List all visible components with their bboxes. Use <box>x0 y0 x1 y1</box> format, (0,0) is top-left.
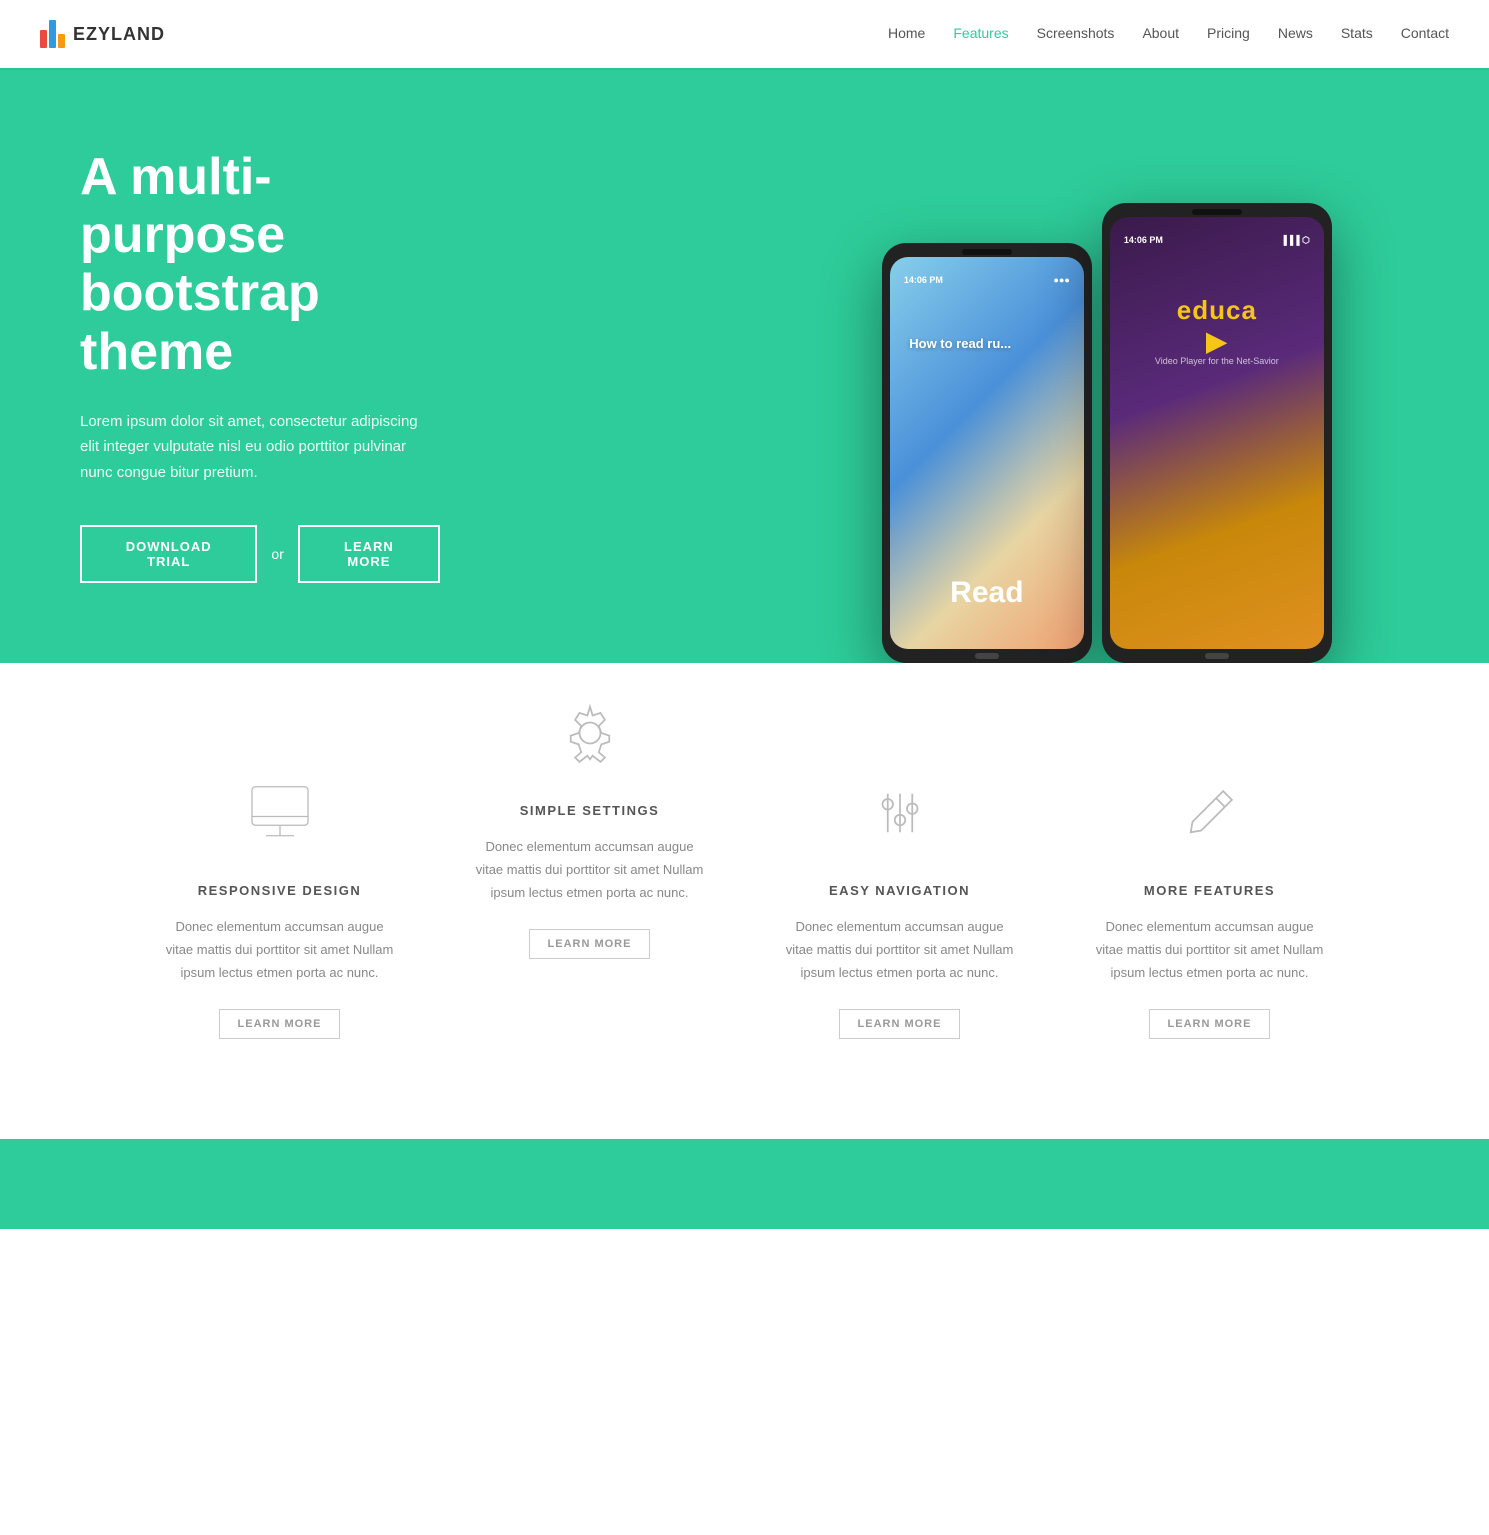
monitor-svg <box>245 778 315 848</box>
nav-features[interactable]: Features <box>953 25 1008 41</box>
phone-mockup-2: 14:06 PM ▐▐▐ ⬡ educa ▶ Video Player for … <box>1102 203 1332 663</box>
logo-bar-blue <box>49 20 56 48</box>
phone-app-educa: educa ▶ <box>1163 295 1270 357</box>
feature-title-1: RESPONSIVE DESIGN <box>165 883 395 898</box>
or-text: or <box>271 546 283 562</box>
feature-btn-2[interactable]: LEARN MORE <box>529 929 651 959</box>
hero-description: Lorem ipsum dolor sit amet, consectetur … <box>80 409 440 486</box>
feature-title-3: EASY NAVIGATION <box>785 883 1015 898</box>
phone-status-2: 14:06 PM ▐▐▐ ⬡ <box>1124 235 1310 246</box>
feature-btn-1[interactable]: LEARN MORE <box>219 1009 341 1039</box>
logo-icon <box>40 20 65 48</box>
phone-home-2 <box>1205 653 1229 659</box>
feature-desc-2: Donec elementum accumsan augue vitae mat… <box>475 836 705 904</box>
feature-desc-1: Donec elementum accumsan augue vitae mat… <box>165 916 395 984</box>
hero-title: A multi-purpose bootstrap theme <box>80 148 440 381</box>
phone-screen-2: 14:06 PM ▐▐▐ ⬡ educa ▶ Video Player for … <box>1110 217 1324 649</box>
feature-btn-4[interactable]: LEARN MORE <box>1149 1009 1271 1039</box>
features-grid: RESPONSIVE DESIGN Donec elementum accums… <box>145 753 1345 1058</box>
nav-links: Home Features Screenshots About Pricing … <box>888 25 1449 43</box>
phone-notch-2 <box>1192 209 1242 215</box>
phone-app-subtitle: Video Player for the Net-Savior <box>1155 356 1279 366</box>
feature-btn-3[interactable]: LEARN MORE <box>839 1009 961 1039</box>
feature-card-2: SIMPLE SETTINGS Donec elementum accumsan… <box>455 753 725 1058</box>
logo-bar-red <box>40 30 47 48</box>
nav-about[interactable]: About <box>1142 25 1179 41</box>
hero-section: A multi-purpose bootstrap theme Lorem ip… <box>0 68 1489 663</box>
feature-desc-4: Donec elementum accumsan augue vitae mat… <box>1095 916 1325 984</box>
nav-pricing[interactable]: Pricing <box>1207 25 1250 41</box>
feature-desc-3: Donec elementum accumsan augue vitae mat… <box>785 916 1015 984</box>
logo-link[interactable]: EZYLAND <box>40 20 165 48</box>
sliders-icon <box>860 773 940 853</box>
phone-notch-1 <box>962 249 1012 255</box>
phone-mockup-1: 14:06 PM ●●● How to read ru... Read <box>882 243 1092 663</box>
nav-screenshots[interactable]: Screenshots <box>1037 25 1115 41</box>
feature-title-4: MORE FEATURES <box>1095 883 1325 898</box>
navigation: EZYLAND Home Features Screenshots About … <box>0 0 1489 68</box>
logo-bar-orange <box>58 34 65 48</box>
nav-home[interactable]: Home <box>888 25 925 41</box>
hero-phones: 14:06 PM ●●● How to read ru... Read 14:0… <box>715 68 1489 663</box>
hero-buttons: DOWNLOAD TRIAL or LEARN MORE <box>80 525 440 583</box>
nav-stats[interactable]: Stats <box>1341 25 1373 41</box>
pencil-icon <box>1170 773 1250 853</box>
nav-contact[interactable]: Contact <box>1401 25 1449 41</box>
brand-name: EZYLAND <box>73 24 165 45</box>
phone-mockup-group: 14:06 PM ●●● How to read ru... Read 14:0… <box>862 143 1342 663</box>
nav-news[interactable]: News <box>1278 25 1313 41</box>
phone-screen-1: 14:06 PM ●●● How to read ru... Read <box>890 257 1084 649</box>
learn-more-hero-button[interactable]: LEARN MORE <box>298 525 440 583</box>
monitor-icon <box>240 773 320 853</box>
hero-content: A multi-purpose bootstrap theme Lorem ip… <box>0 68 520 663</box>
gear-icon-better <box>550 693 630 773</box>
feature-title-2: SIMPLE SETTINGS <box>475 803 705 818</box>
footer-band <box>0 1139 1489 1229</box>
download-trial-button[interactable]: DOWNLOAD TRIAL <box>80 525 257 583</box>
phone-status-1: 14:06 PM ●●● <box>904 275 1070 285</box>
phone-app-read: Read <box>950 576 1023 610</box>
features-section: RESPONSIVE DESIGN Donec elementum accums… <box>0 663 1489 1138</box>
feature-card-4: MORE FEATURES Donec elementum accumsan a… <box>1075 753 1345 1058</box>
feature-card-1: RESPONSIVE DESIGN Donec elementum accums… <box>145 753 415 1058</box>
feature-card-3: EASY NAVIGATION Donec elementum accumsan… <box>765 753 1035 1058</box>
phone-home-1 <box>975 653 999 659</box>
phone-app-label-1: How to read ru... <box>909 336 1011 351</box>
